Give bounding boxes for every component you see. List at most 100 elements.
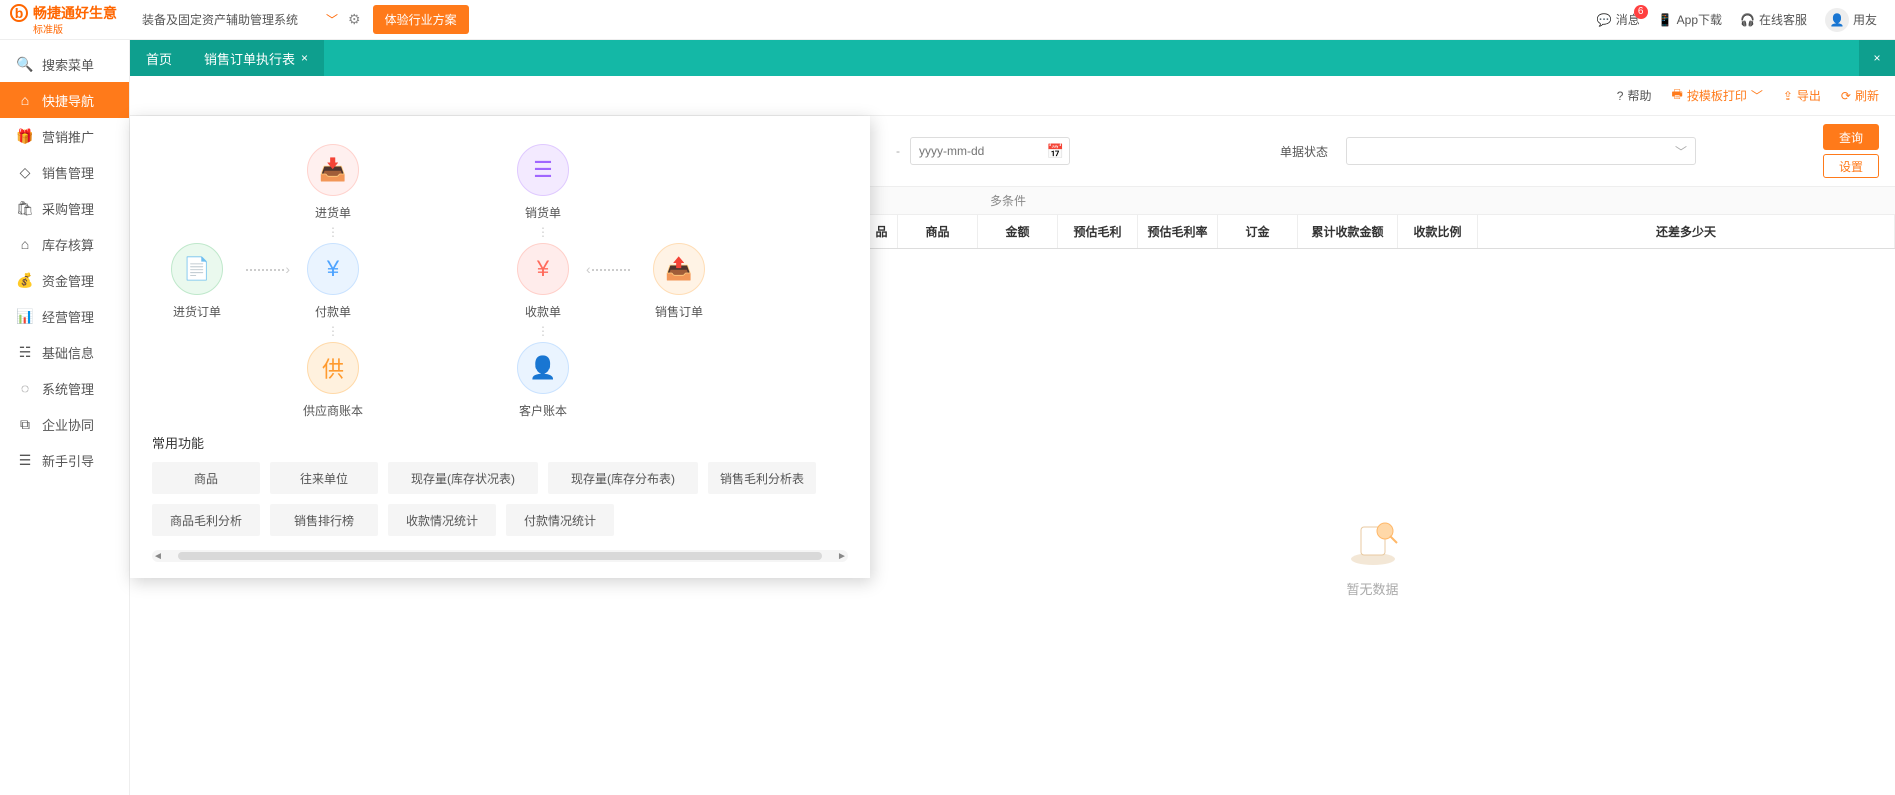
list-icon: ☵: [16, 344, 34, 361]
flow-receipt[interactable]: ¥ 收款单: [498, 243, 588, 320]
app-download-button[interactable]: 📱 App下载: [1658, 11, 1722, 28]
flow-label: 收款单: [525, 303, 561, 320]
user-menu[interactable]: 👤 用友: [1825, 8, 1877, 32]
flow-customer-book[interactable]: 👤 客户账本: [498, 342, 588, 419]
online-service-button[interactable]: 🎧 在线客服: [1740, 11, 1807, 28]
sidebar-item-label: 新手引导: [42, 451, 94, 470]
user-name: 用友: [1853, 11, 1877, 28]
flow-label: 客户账本: [519, 402, 567, 419]
warehouse-icon: ⌂: [16, 236, 34, 252]
sidebar-item-operation[interactable]: 📊 经营管理: [0, 298, 129, 334]
sidebar: 🔍 搜索菜单 ⌂ 快捷导航 🎁 营销推广 ◇ 销售管理 🛍 采购管理 ⌂ 库存核…: [0, 40, 130, 795]
system-select[interactable]: 装备及固定资产辅助管理系统 ﹀: [142, 11, 338, 28]
sidebar-item-label: 销售管理: [42, 163, 94, 182]
refresh-button[interactable]: ⟳ 刷新: [1841, 87, 1879, 104]
export-button[interactable]: ⇪ 导出: [1783, 87, 1821, 104]
close-icon[interactable]: ×: [301, 51, 308, 65]
messages-badge: 6: [1634, 5, 1648, 19]
common-btn-stock-dist[interactable]: 现存量(库存分布表): [548, 462, 698, 494]
sidebar-item-purchase[interactable]: 🛍 采购管理: [0, 190, 129, 226]
common-btn-contacts[interactable]: 往来单位: [270, 462, 378, 494]
app-download-label: App下载: [1677, 11, 1722, 28]
empty-illustration-icon: [1343, 509, 1403, 569]
common-btn-payment-stat[interactable]: 付款情况统计: [506, 504, 614, 536]
tab-home[interactable]: 首页: [130, 40, 188, 76]
help-button[interactable]: ? 帮助: [1617, 87, 1652, 104]
brand-subtitle: 标准版: [33, 21, 63, 36]
chevron-down-icon: ﹀: [326, 11, 338, 28]
doc-list-icon: ☰: [517, 144, 569, 196]
date-to-field[interactable]: [910, 137, 1070, 165]
flow-supplier-book[interactable]: 供 供应商账本: [288, 342, 378, 419]
experience-button[interactable]: 体验行业方案: [373, 5, 469, 34]
top-right: 💬 消息 6 📱 App下载 🎧 在线客服 👤 用友: [1597, 8, 1895, 32]
close-icon: ×: [1873, 51, 1880, 65]
collab-icon: ⧉: [16, 416, 34, 433]
date-to-input[interactable]: 📅: [910, 137, 1070, 165]
chart-icon: 📊: [16, 308, 34, 325]
sidebar-item-sales[interactable]: ◇ 销售管理: [0, 154, 129, 190]
top-header: b 畅捷通好生意 标准版 装备及固定资产辅助管理系统 ﹀ ⚙ 体验行业方案 💬 …: [0, 0, 1895, 40]
brand-logo-icon: b: [10, 4, 28, 22]
flow-label: 销售订单: [655, 303, 703, 320]
brand-title: 畅捷通好生意: [33, 3, 117, 23]
sidebar-item-system[interactable]: ◌ 系统管理: [0, 370, 129, 406]
common-functions-title: 常用功能: [152, 433, 848, 452]
sidebar-search[interactable]: 🔍 搜索菜单: [0, 46, 129, 82]
scroll-track[interactable]: [178, 552, 822, 560]
flow-sale-order[interactable]: 📤 销售订单: [634, 243, 724, 320]
flow-purchase[interactable]: 📥 进货单: [288, 144, 378, 221]
sidebar-item-basic[interactable]: ☵ 基础信息: [0, 334, 129, 370]
gear-icon[interactable]: ⚙: [348, 11, 361, 28]
tag-icon: ◇: [16, 164, 34, 181]
common-btn-receipt-stat[interactable]: 收款情况统计: [388, 504, 496, 536]
query-button[interactable]: 查询: [1823, 124, 1879, 150]
money-in-icon: ¥: [517, 243, 569, 295]
messages-button[interactable]: 💬 消息 6: [1597, 11, 1640, 28]
sidebar-item-label: 快捷导航: [42, 91, 94, 110]
flow-purchase-order[interactable]: 📄 进货订单: [152, 243, 242, 320]
help-icon: ?: [1617, 89, 1624, 103]
set-button[interactable]: 设置: [1823, 154, 1879, 178]
guide-icon: ☰: [16, 452, 34, 469]
sidebar-item-quicknav[interactable]: ⌂ 快捷导航: [0, 82, 129, 118]
tab-active[interactable]: 销售订单执行表 ×: [188, 40, 324, 76]
customer-icon: 👤: [517, 342, 569, 394]
table-col-3: 预估毛利: [1058, 215, 1138, 248]
print-icon: 🖶: [1671, 85, 1682, 106]
sidebar-item-guide[interactable]: ☰ 新手引导: [0, 442, 129, 478]
common-btn-stock-status[interactable]: 现存量(库存状况表): [388, 462, 538, 494]
phone-icon: 📱: [1658, 13, 1673, 27]
print-button[interactable]: 🖶 按模板打印 ﹀: [1671, 85, 1762, 106]
flow-label: 付款单: [315, 303, 351, 320]
common-btn-product[interactable]: 商品: [152, 462, 260, 494]
flow-label: 进货单: [315, 204, 351, 221]
scroll-left-icon[interactable]: ◄: [152, 551, 164, 562]
scroll-right-icon[interactable]: ►: [836, 551, 848, 562]
arrow-right-icon: [246, 269, 284, 271]
tabs-bar: 首页 销售订单执行表 × ×: [130, 40, 1895, 76]
home-icon: ⌂: [16, 92, 34, 108]
tabs-close-all[interactable]: ×: [1859, 40, 1895, 76]
common-btn-sales-rank[interactable]: 销售排行榜: [270, 504, 378, 536]
quicknav-flyout: 📄 进货订单 📥 进货单 ⋮ ¥ 付款单 ⋮: [130, 116, 870, 578]
print-label: 按模板打印: [1687, 87, 1747, 104]
status-select[interactable]: ﹀: [1346, 137, 1696, 165]
flow-payment[interactable]: ¥ 付款单: [288, 243, 378, 320]
flow-sale[interactable]: ☰ 销货单: [498, 144, 588, 221]
supplier-icon: 供: [307, 342, 359, 394]
export-icon: ⇪: [1783, 89, 1793, 103]
sidebar-item-collab[interactable]: ⧉ 企业协同: [0, 406, 129, 442]
date-separator: -: [896, 144, 900, 158]
doc-arrow-icon: 📄: [171, 243, 223, 295]
sidebar-item-inventory[interactable]: ⌂ 库存核算: [0, 226, 129, 262]
common-btn-sales-profit[interactable]: 销售毛利分析表: [708, 462, 816, 494]
arrow-left-icon: [592, 269, 630, 271]
common-btn-product-profit[interactable]: 商品毛利分析: [152, 504, 260, 536]
sidebar-item-marketing[interactable]: 🎁 营销推广: [0, 118, 129, 154]
flyout-scrollbar[interactable]: ◄ ►: [152, 550, 848, 562]
sidebar-item-finance[interactable]: 💰 资金管理: [0, 262, 129, 298]
sidebar-item-label: 经营管理: [42, 307, 94, 326]
sidebar-item-label: 采购管理: [42, 199, 94, 218]
online-service-label: 在线客服: [1759, 11, 1807, 28]
